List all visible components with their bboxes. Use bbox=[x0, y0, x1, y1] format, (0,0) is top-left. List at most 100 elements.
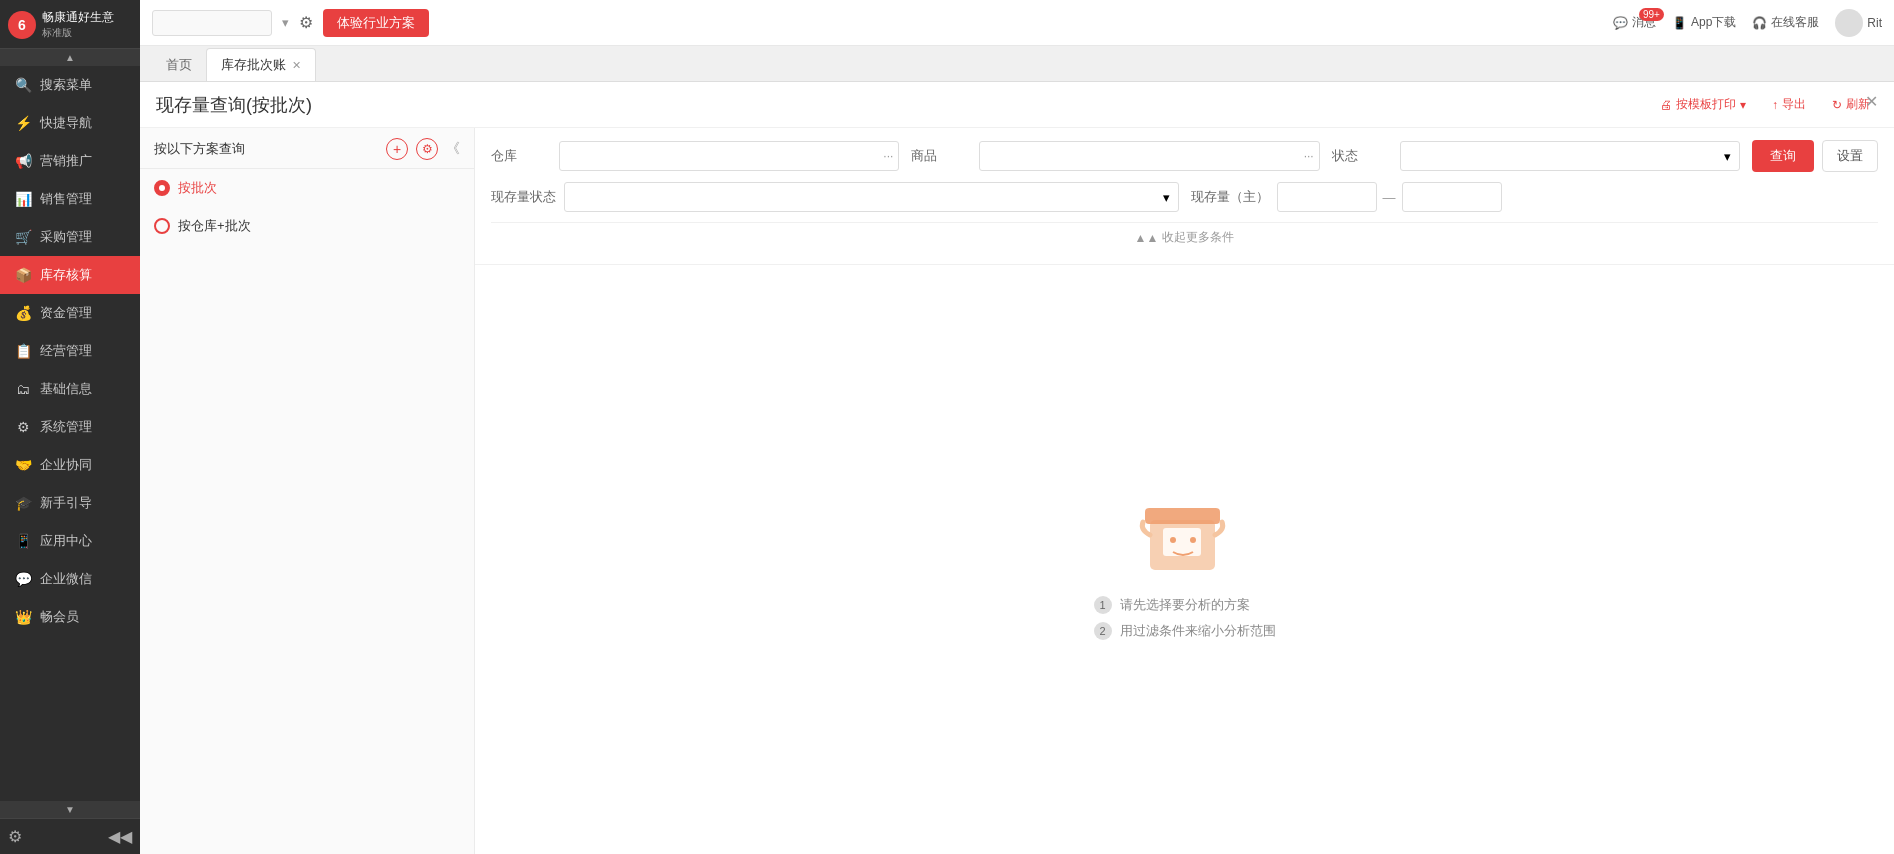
warehouse-input[interactable] bbox=[559, 141, 899, 171]
sidebar-item-inventory[interactable]: 📦 库存核算 bbox=[0, 256, 140, 294]
message-btn[interactable]: 💬 消息 99+ bbox=[1613, 14, 1656, 31]
member-icon: 👑 bbox=[14, 608, 32, 626]
finance-icon: 💰 bbox=[14, 304, 32, 322]
tab-inventory-batch[interactable]: 库存批次账✕ bbox=[206, 48, 316, 81]
nav-label-app-center: 应用中心 bbox=[40, 532, 92, 550]
nav-label-purchase: 采购管理 bbox=[40, 228, 92, 246]
collapse-up-icon: ▲▲ bbox=[1135, 231, 1159, 245]
wechat-icon: 💬 bbox=[14, 570, 32, 588]
nav-label-basic: 基础信息 bbox=[40, 380, 92, 398]
topbar: ▾ ⚙ 体验行业方案 💬 消息 99+ 📱 App下载 🎧 在线客服 bbox=[140, 0, 1894, 46]
filter-collapse-btn[interactable]: 《 bbox=[446, 140, 460, 158]
collapse-row[interactable]: ▲▲ 收起更多条件 bbox=[491, 222, 1878, 252]
topbar-search-input[interactable] bbox=[152, 10, 272, 36]
tab-home[interactable]: 首页 bbox=[152, 49, 206, 81]
settings-footer-btn[interactable]: ⚙ bbox=[8, 827, 22, 846]
svg-rect-2 bbox=[1163, 528, 1201, 556]
sidebar-item-finance[interactable]: 💰 资金管理 bbox=[0, 294, 140, 332]
print-btn[interactable]: 🖨 按模板打印 ▾ bbox=[1652, 92, 1754, 117]
operation-icon: 📋 bbox=[14, 342, 32, 360]
message-badge: 99+ bbox=[1639, 8, 1664, 21]
product-dots-btn[interactable]: ··· bbox=[1304, 149, 1314, 163]
collapse-sidebar-btn[interactable]: ◀◀ bbox=[108, 827, 132, 846]
topbar-gear-icon[interactable]: ⚙ bbox=[299, 13, 313, 32]
product-group: 商品 ··· bbox=[911, 141, 1319, 171]
filter-item-by-batch[interactable]: 按批次 bbox=[140, 169, 474, 207]
settings-btn[interactable]: 设置 bbox=[1822, 140, 1878, 172]
filter-sidebar-header: 按以下方案查询 + ⚙ 《 bbox=[140, 128, 474, 169]
nav-label-inventory: 库存核算 bbox=[40, 266, 92, 284]
status-group: 状态 ▾ bbox=[1332, 141, 1740, 171]
filter-radio-by-warehouse-batch bbox=[154, 218, 170, 234]
sidebar-item-app-center[interactable]: 📱 应用中心 bbox=[0, 522, 140, 560]
app-center-icon: 📱 bbox=[14, 532, 32, 550]
tip-num-2: 2 bbox=[1094, 622, 1112, 640]
app-download-btn[interactable]: 📱 App下载 bbox=[1672, 14, 1736, 31]
sidebar-scroll-down[interactable]: ▼ bbox=[0, 801, 140, 818]
brand-name: 畅康通好生意 bbox=[42, 10, 114, 26]
filter-actions: 查询 设置 bbox=[1752, 140, 1878, 172]
tip-num-1: 1 bbox=[1094, 596, 1112, 614]
marketing-icon: 📢 bbox=[14, 152, 32, 170]
guide-icon: 🎓 bbox=[14, 494, 32, 512]
brand: 6 畅康通好生意 标准版 bbox=[8, 10, 132, 40]
filter-row-2: 现存量状态 ▾ 现存量（主） bbox=[491, 182, 1878, 212]
filter-settings-icon[interactable]: ⚙ bbox=[416, 138, 438, 160]
sidebar-item-system[interactable]: ⚙ 系统管理 bbox=[0, 408, 140, 446]
trial-btn[interactable]: 体验行业方案 bbox=[323, 9, 429, 37]
sidebar-scroll-up[interactable]: ▲ bbox=[0, 49, 140, 66]
filter-item-by-warehouse-batch[interactable]: 按仓库+批次 bbox=[140, 207, 474, 245]
main-area: ▾ ⚙ 体验行业方案 💬 消息 99+ 📱 App下载 🎧 在线客服 bbox=[140, 0, 1894, 854]
nav-label-guide: 新手引导 bbox=[40, 494, 92, 512]
filter-form: 仓库 ··· 商品 bbox=[475, 128, 1894, 265]
purchase-icon: 🛒 bbox=[14, 228, 32, 246]
empty-tip-2: 2 用过滤条件来缩小分析范围 bbox=[1094, 622, 1276, 640]
sidebar-item-sales[interactable]: 📊 销售管理 bbox=[0, 180, 140, 218]
sidebar-item-marketing[interactable]: 📢 营销推广 bbox=[0, 142, 140, 180]
status-label: 状态 bbox=[1332, 147, 1392, 165]
tab-close-inventory-batch[interactable]: ✕ bbox=[292, 59, 301, 72]
stock-qty-max[interactable] bbox=[1402, 182, 1502, 212]
sidebar-item-operation[interactable]: 📋 经营管理 bbox=[0, 332, 140, 370]
online-service-btn[interactable]: 🎧 在线客服 bbox=[1752, 14, 1819, 31]
refresh-icon: ↻ bbox=[1832, 98, 1842, 112]
page-header: 现存量查询(按批次) 🖨 按模板打印 ▾ ↑ 导出 ↻ bbox=[140, 82, 1894, 128]
stock-qty-min[interactable] bbox=[1277, 182, 1377, 212]
empty-svg bbox=[1135, 480, 1235, 580]
topbar-chevron-icon[interactable]: ▾ bbox=[282, 15, 289, 30]
sidebar: 6 畅康通好生意 标准版 ▲ 🔍 搜索菜单 ⚡ 快捷导航 📢 营销推广 📊 销售… bbox=[0, 0, 140, 854]
query-btn[interactable]: 查询 bbox=[1752, 140, 1814, 172]
sidebar-item-member[interactable]: 👑 畅会员 bbox=[0, 598, 140, 636]
empty-tip-1: 1 请先选择要分析的方案 bbox=[1094, 596, 1276, 614]
page-close-btn[interactable]: ✕ bbox=[1849, 82, 1894, 121]
stock-status-label: 现存量状态 bbox=[491, 188, 556, 206]
user-menu-btn[interactable]: Rit bbox=[1835, 9, 1882, 37]
svg-rect-1 bbox=[1145, 508, 1220, 524]
filter-add-btn[interactable]: + bbox=[386, 138, 408, 160]
warehouse-label: 仓库 bbox=[491, 147, 551, 165]
product-label: 商品 bbox=[911, 147, 971, 165]
message-icon: 💬 bbox=[1613, 16, 1628, 30]
page-header-actions: 🖨 按模板打印 ▾ ↑ 导出 ↻ 刷新 bbox=[1652, 92, 1878, 117]
enterprise-icon: 🤝 bbox=[14, 456, 32, 474]
stock-status-select[interactable]: ▾ bbox=[564, 182, 1179, 212]
export-btn[interactable]: ↑ 导出 bbox=[1764, 92, 1814, 117]
sidebar-item-quick-nav[interactable]: ⚡ 快捷导航 bbox=[0, 104, 140, 142]
sidebar-item-enterprise[interactable]: 🤝 企业协同 bbox=[0, 446, 140, 484]
product-input[interactable] bbox=[979, 141, 1319, 171]
sidebar-item-basic[interactable]: 🗂 基础信息 bbox=[0, 370, 140, 408]
sidebar-item-purchase[interactable]: 🛒 采购管理 bbox=[0, 218, 140, 256]
sidebar-item-wechat[interactable]: 💬 企业微信 bbox=[0, 560, 140, 598]
nav-label-system: 系统管理 bbox=[40, 418, 92, 436]
stock-qty-label: 现存量（主） bbox=[1191, 188, 1269, 206]
nav-label-wechat: 企业微信 bbox=[40, 570, 92, 588]
nav-label-enterprise: 企业协同 bbox=[40, 456, 92, 474]
brand-sub: 标准版 bbox=[42, 26, 114, 40]
sidebar-item-guide[interactable]: 🎓 新手引导 bbox=[0, 484, 140, 522]
headset-icon: 🎧 bbox=[1752, 16, 1767, 30]
status-select[interactable]: ▾ bbox=[1400, 141, 1740, 171]
main-content: 仓库 ··· 商品 bbox=[475, 128, 1894, 854]
sidebar-item-search[interactable]: 🔍 搜索菜单 bbox=[0, 66, 140, 104]
svg-point-3 bbox=[1170, 537, 1176, 543]
warehouse-dots-btn[interactable]: ··· bbox=[883, 149, 893, 163]
